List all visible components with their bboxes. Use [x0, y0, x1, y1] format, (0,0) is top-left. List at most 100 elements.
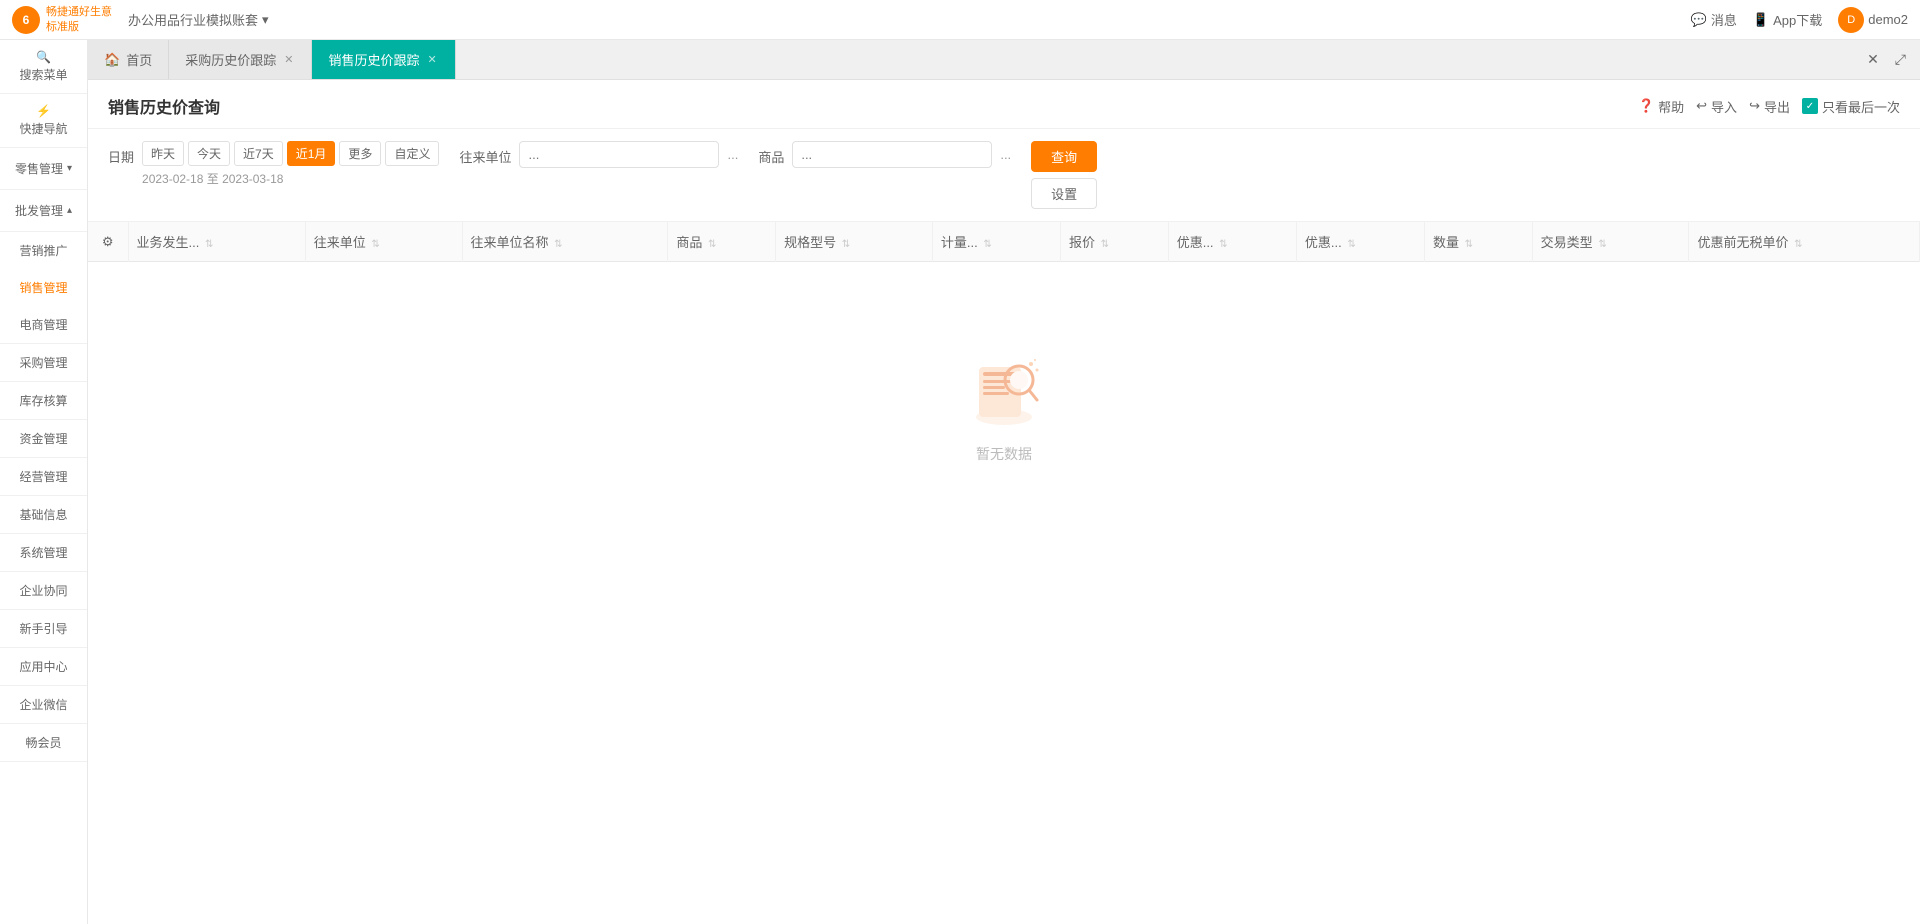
date-btn-row: 昨天 今天 近7天 近1月 更多 自定义	[142, 141, 439, 166]
tab-purchase-history[interactable]: 采购历史价跟踪 ✕	[169, 40, 312, 79]
sort-icon: ⇅	[1465, 239, 1473, 250]
sort-icon: ⇅	[708, 239, 716, 250]
logo-icon: 6	[12, 6, 40, 34]
sort-icon: ⇅	[1219, 239, 1227, 250]
sidebar-item-inventory[interactable]: 库存核算	[0, 382, 87, 420]
tab-close-purchase-history[interactable]: ✕	[282, 51, 295, 68]
import-btn[interactable]: ↩ 导入	[1696, 97, 1737, 116]
product-input[interactable]	[792, 141, 992, 168]
th-no-tax-price[interactable]: 优惠前无税单价 ⇅	[1689, 222, 1920, 262]
product-dots[interactable]: ...	[1000, 147, 1011, 162]
top-bar-right: 💬 消息 📱 App下载 D demo2	[1691, 7, 1908, 33]
date-range-text: 2023-02-18 至 2023-03-18	[142, 170, 439, 187]
sidebar-item-appstore[interactable]: 应用中心	[0, 648, 87, 686]
sidebar: 🔍 搜索菜单 ⚡ 快捷导航 零售管理 ▾ 批发管理 ▴ 营销推广 销售管理 电商…	[0, 40, 88, 924]
help-icon: ❓	[1638, 98, 1654, 114]
app-download-btn[interactable]: 📱 App下载	[1753, 10, 1822, 29]
th-quantity[interactable]: 数量 ⇅	[1424, 222, 1532, 262]
help-btn[interactable]: ❓ 帮助	[1638, 97, 1684, 116]
sidebar-item-search[interactable]: 🔍 搜索菜单	[0, 40, 87, 94]
sidebar-item-system[interactable]: 系统管理	[0, 534, 87, 572]
main-layout: 🔍 搜索菜单 ⚡ 快捷导航 零售管理 ▾ 批发管理 ▴ 营销推广 销售管理 电商…	[0, 40, 1920, 924]
table-container: ⚙ 业务发生... ⇅ 往来单位 ⇅ 往来单位名称	[88, 222, 1920, 924]
th-discount2[interactable]: 优惠... ⇅	[1296, 222, 1424, 262]
partner-input[interactable]	[519, 141, 719, 168]
th-trade-type[interactable]: 交易类型 ⇅	[1532, 222, 1689, 262]
th-partner-name[interactable]: 往来单位名称 ⇅	[462, 222, 668, 262]
th-product[interactable]: 商品 ⇅	[668, 222, 776, 262]
avatar: D	[1838, 7, 1864, 33]
empty-state: 暂无数据	[88, 262, 1920, 544]
logo-text: 畅捷通好生意 标准版	[46, 5, 112, 34]
date-btn-today[interactable]: 今天	[188, 141, 230, 166]
th-discount1[interactable]: 优惠... ⇅	[1168, 222, 1296, 262]
date-btn-7days[interactable]: 近7天	[234, 141, 283, 166]
sidebar-item-cooperation[interactable]: 企业协同	[0, 572, 87, 610]
phone-icon: 📱	[1753, 12, 1769, 28]
sidebar-item-guide[interactable]: 新手引导	[0, 610, 87, 648]
only-last-checkbox-group[interactable]: ✓ 只看最后一次	[1802, 97, 1900, 116]
th-partner-code[interactable]: 往来单位 ⇅	[305, 222, 462, 262]
date-label: 日期	[108, 141, 134, 166]
setting-button[interactable]: 设置	[1031, 178, 1097, 209]
sidebar-item-ecommerce[interactable]: 电商管理	[0, 306, 87, 344]
data-table: ⚙ 业务发生... ⇅ 往来单位 ⇅ 往来单位名称	[88, 222, 1920, 262]
query-button[interactable]: 查询	[1031, 141, 1097, 172]
th-quote[interactable]: 报价 ⇅	[1061, 222, 1169, 262]
tab-home[interactable]: 🏠 首页	[88, 40, 169, 79]
message-btn[interactable]: 💬 消息	[1691, 10, 1737, 29]
sidebar-item-purchase[interactable]: 采购管理	[0, 344, 87, 382]
export-btn[interactable]: ↪ 导出	[1749, 97, 1790, 116]
filter-area: 日期 昨天 今天 近7天 近1月 更多 自定义 2023-02-18 至 202…	[88, 129, 1920, 222]
search-icon: 🔍	[36, 50, 51, 64]
th-biz-date[interactable]: 业务发生... ⇅	[128, 222, 305, 262]
page-header: 销售历史价查询 ❓ 帮助 ↩ 导入 ↪ 导出 ✓	[88, 80, 1920, 129]
partner-label: 往来单位	[459, 141, 511, 166]
top-bar: 6 畅捷通好生意 标准版 办公用品行业模拟账套 ▾ 💬 消息 📱 App下载 D…	[0, 0, 1920, 40]
user-menu[interactable]: D demo2	[1838, 7, 1908, 33]
logo-area: 6 畅捷通好生意 标准版	[12, 5, 112, 34]
page-header-actions: ❓ 帮助 ↩ 导入 ↪ 导出 ✓ 只看最后一次	[1638, 97, 1900, 116]
sidebar-item-wholesale[interactable]: 批发管理 ▴	[0, 190, 87, 232]
date-filter-group: 日期 昨天 今天 近7天 近1月 更多 自定义 2023-02-18 至 202…	[108, 141, 439, 187]
sidebar-item-marketing[interactable]: 营销推广	[0, 232, 87, 269]
sort-icon: ⇅	[1101, 239, 1109, 250]
th-settings[interactable]: ⚙	[88, 222, 128, 262]
sidebar-item-operations[interactable]: 经营管理	[0, 458, 87, 496]
sidebar-item-finance[interactable]: 资金管理	[0, 420, 87, 458]
date-btn-yesterday[interactable]: 昨天	[142, 141, 184, 166]
settings-icon: ⚙	[102, 234, 114, 249]
date-btn-1month[interactable]: 近1月	[287, 141, 336, 166]
product-label: 商品	[758, 141, 784, 166]
th-unit[interactable]: 计量... ⇅	[932, 222, 1060, 262]
date-buttons: 昨天 今天 近7天 近1月 更多 自定义 2023-02-18 至 2023-0…	[142, 141, 439, 187]
date-btn-more[interactable]: 更多	[339, 141, 381, 166]
chevron-down-icon: ▾	[67, 163, 72, 174]
tab-close-sales-history[interactable]: ✕	[425, 51, 438, 68]
top-bar-left: 6 畅捷通好生意 标准版 办公用品行业模拟账套 ▾	[12, 5, 277, 34]
sort-icon: ⇅	[1347, 239, 1355, 250]
empty-text: 暂无数据	[976, 444, 1032, 464]
partner-dots[interactable]: ...	[727, 147, 738, 162]
sidebar-item-member[interactable]: 畅会员	[0, 724, 87, 762]
sidebar-item-sales[interactable]: 销售管理	[0, 269, 87, 306]
import-icon: ↩	[1696, 98, 1707, 114]
product-input-group: ...	[792, 141, 1011, 168]
sidebar-item-retail[interactable]: 零售管理 ▾	[0, 148, 87, 190]
date-btn-custom[interactable]: 自定义	[385, 141, 439, 166]
sort-icon: ⇅	[554, 239, 562, 250]
partner-filter-group: 往来单位 ...	[459, 141, 738, 168]
partner-input-group: ...	[519, 141, 738, 168]
only-last-checkbox[interactable]: ✓	[1802, 98, 1818, 114]
sidebar-item-basic[interactable]: 基础信息	[0, 496, 87, 534]
sidebar-item-shortcut[interactable]: ⚡ 快捷导航	[0, 94, 87, 148]
chevron-down-icon: ▾	[262, 12, 269, 28]
th-spec[interactable]: 规格型号 ⇅	[776, 222, 933, 262]
close-tab-btn[interactable]: ✕	[1861, 47, 1885, 72]
sort-icon: ⇅	[371, 239, 379, 250]
tab-sales-history[interactable]: 销售历史价跟踪 ✕	[312, 40, 455, 79]
maximize-btn[interactable]: ⤢	[1889, 47, 1912, 72]
app-selector[interactable]: 办公用品行业模拟账套 ▾	[120, 6, 277, 33]
sidebar-item-wechat[interactable]: 企业微信	[0, 686, 87, 724]
product-filter-group: 商品 ...	[758, 141, 1011, 168]
